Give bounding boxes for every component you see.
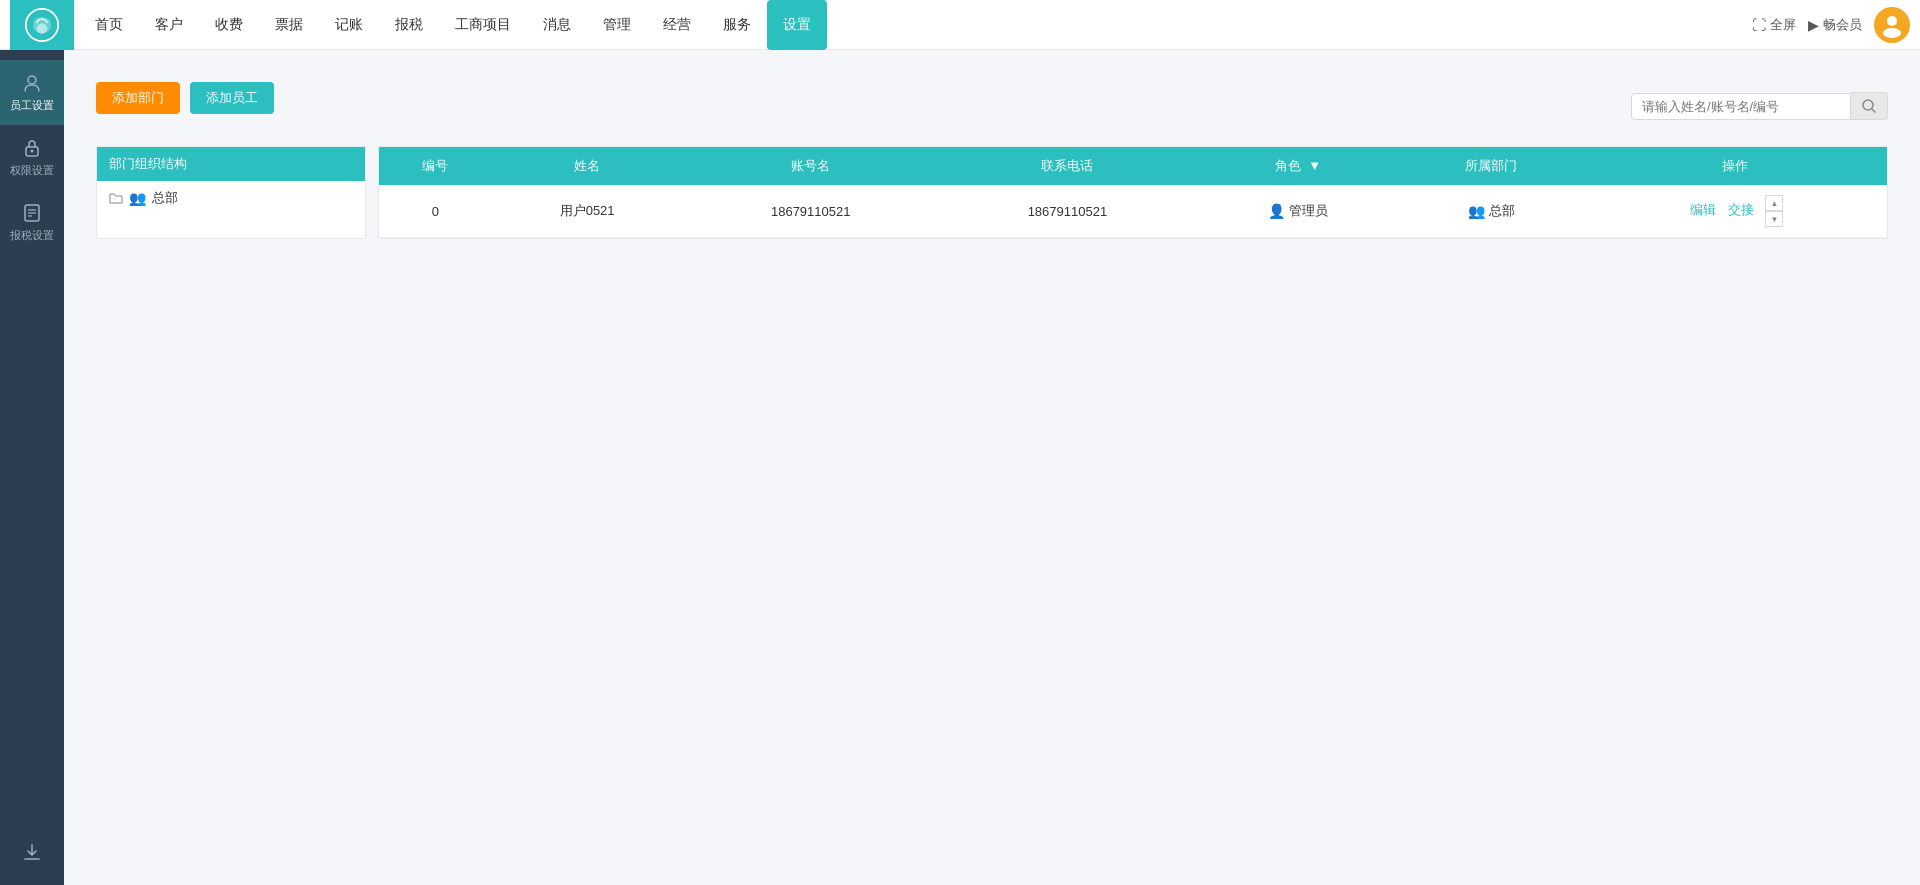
nav-bill[interactable]: 票据	[259, 0, 319, 50]
toolbar: 添加部门 添加员工	[96, 82, 1888, 130]
nav-accounting[interactable]: 记账	[319, 0, 379, 50]
lock-icon	[21, 137, 43, 159]
role-badge: 👤 管理员	[1204, 202, 1392, 220]
fullscreen-label: 全屏	[1770, 16, 1796, 34]
member-label: 畅会员	[1823, 16, 1862, 34]
nav-tax[interactable]: 报税	[379, 0, 439, 50]
nav-settings[interactable]: 设置	[767, 0, 827, 50]
add-dept-button[interactable]: 添加部门	[96, 82, 180, 114]
sidebar-item-tax-settings[interactable]: 报税设置	[0, 190, 64, 255]
member-button[interactable]: ▶ 畅会员	[1808, 16, 1862, 34]
nav-items: 首页 客户 收费 票据 记账 报税 工商项目 消息 管理 经营 服务 设置	[79, 0, 1752, 50]
search-icon	[1861, 98, 1877, 114]
filter-icon[interactable]: ▼	[1308, 158, 1321, 173]
sidebar-bottom	[16, 829, 48, 885]
col-actions: 操作	[1583, 147, 1887, 185]
dept-badge: 👥 总部	[1408, 202, 1575, 220]
dept-text: 总部	[1489, 202, 1515, 220]
col-name: 姓名	[492, 147, 683, 185]
data-table: 编号 姓名 账号名 联系电话 角色 ▼ 所属部门 操作	[379, 147, 1887, 238]
fullscreen-icon: ⛶	[1752, 17, 1766, 33]
sidebar-label-permission: 权限设置	[10, 163, 54, 178]
scroll-up-button[interactable]: ▲	[1765, 195, 1783, 211]
cell-id: 0	[379, 185, 492, 238]
svg-point-3	[28, 76, 36, 84]
cell-name: 用户0521	[492, 185, 683, 238]
search-wrapper	[1631, 92, 1888, 120]
table-body: 0 用户0521 18679110521 18679110521 👤 管理员	[379, 185, 1887, 238]
sidebar-item-permission[interactable]: 权限设置	[0, 125, 64, 190]
transfer-link[interactable]: 交接	[1728, 202, 1754, 217]
avatar[interactable]	[1874, 7, 1910, 43]
role-user-icon: 👤	[1268, 203, 1285, 219]
employee-table: 编号 姓名 账号名 联系电话 角色 ▼ 所属部门 操作	[378, 146, 1888, 239]
nav-home[interactable]: 首页	[79, 0, 139, 50]
main-layout: 员工设置 权限设置 报税设置	[0, 50, 1920, 885]
logo	[10, 0, 74, 50]
table-row: 0 用户0521 18679110521 18679110521 👤 管理员	[379, 185, 1887, 238]
search-button[interactable]	[1851, 92, 1888, 120]
cell-dept: 👥 总部	[1400, 185, 1583, 238]
nav-operation[interactable]: 经营	[647, 0, 707, 50]
nav-business[interactable]: 工商项目	[439, 0, 527, 50]
scroll-controls: ▲ ▼	[1765, 195, 1783, 227]
cell-account: 18679110521	[682, 185, 939, 238]
search-input[interactable]	[1631, 93, 1851, 120]
col-phone: 联系电话	[939, 147, 1196, 185]
download-icon	[21, 841, 43, 863]
sidebar-item-employee[interactable]: 员工设置	[0, 60, 64, 125]
nav-fee[interactable]: 收费	[199, 0, 259, 50]
dept-user-icon: 👥	[1468, 203, 1485, 219]
sidebar-download[interactable]	[16, 829, 48, 875]
add-employee-button[interactable]: 添加员工	[190, 82, 274, 114]
nav-service[interactable]: 服务	[707, 0, 767, 50]
edit-link[interactable]: 编辑	[1690, 202, 1716, 217]
dept-name-root: 总部	[152, 189, 178, 207]
table-header: 编号 姓名 账号名 联系电话 角色 ▼ 所属部门 操作	[379, 147, 1887, 185]
sidebar-label-tax: 报税设置	[10, 228, 54, 243]
sidebar: 员工设置 权限设置 报税设置	[0, 50, 64, 885]
cell-phone: 18679110521	[939, 185, 1196, 238]
role-text: 管理员	[1289, 202, 1328, 220]
svg-point-2	[1883, 28, 1901, 38]
dept-tree: 部门组织结构 👥 总部	[96, 146, 366, 239]
person-icon	[21, 72, 43, 94]
page-content: 添加部门 添加员工 部门组织结构	[80, 66, 1904, 255]
nav-customer[interactable]: 客户	[139, 0, 199, 50]
content-area: 添加部门 添加员工 部门组织结构	[64, 50, 1920, 885]
nav-right: ⛶ 全屏 ▶ 畅会员	[1752, 7, 1910, 43]
cell-actions: 编辑 交接 ▲ ▼	[1583, 185, 1887, 238]
col-account: 账号名	[682, 147, 939, 185]
svg-point-1	[1887, 16, 1897, 26]
action-buttons: 添加部门 添加员工	[96, 82, 274, 114]
video-icon: ▶	[1808, 17, 1819, 33]
dept-tree-header: 部门组织结构	[97, 147, 365, 181]
cell-role: 👤 管理员	[1196, 185, 1400, 238]
user-group-icon: 👥	[129, 190, 146, 206]
fullscreen-button[interactable]: ⛶ 全屏	[1752, 16, 1796, 34]
col-role: 角色 ▼	[1196, 147, 1400, 185]
nav-message[interactable]: 消息	[527, 0, 587, 50]
folder-icon	[109, 191, 123, 205]
top-navigation: 首页 客户 收费 票据 记账 报税 工商项目 消息 管理 经营 服务 设置 ⛶ …	[0, 0, 1920, 50]
sidebar-label-employee: 员工设置	[10, 98, 54, 113]
table-section: 部门组织结构 👥 总部 编号	[96, 146, 1888, 239]
col-id: 编号	[379, 147, 492, 185]
svg-point-5	[31, 150, 34, 153]
nav-manage[interactable]: 管理	[587, 0, 647, 50]
scroll-down-button[interactable]: ▼	[1765, 211, 1783, 227]
report-icon	[21, 202, 43, 224]
col-dept: 所属部门	[1400, 147, 1583, 185]
svg-line-12	[1872, 109, 1875, 112]
dept-tree-item-root[interactable]: 👥 总部	[97, 181, 365, 215]
